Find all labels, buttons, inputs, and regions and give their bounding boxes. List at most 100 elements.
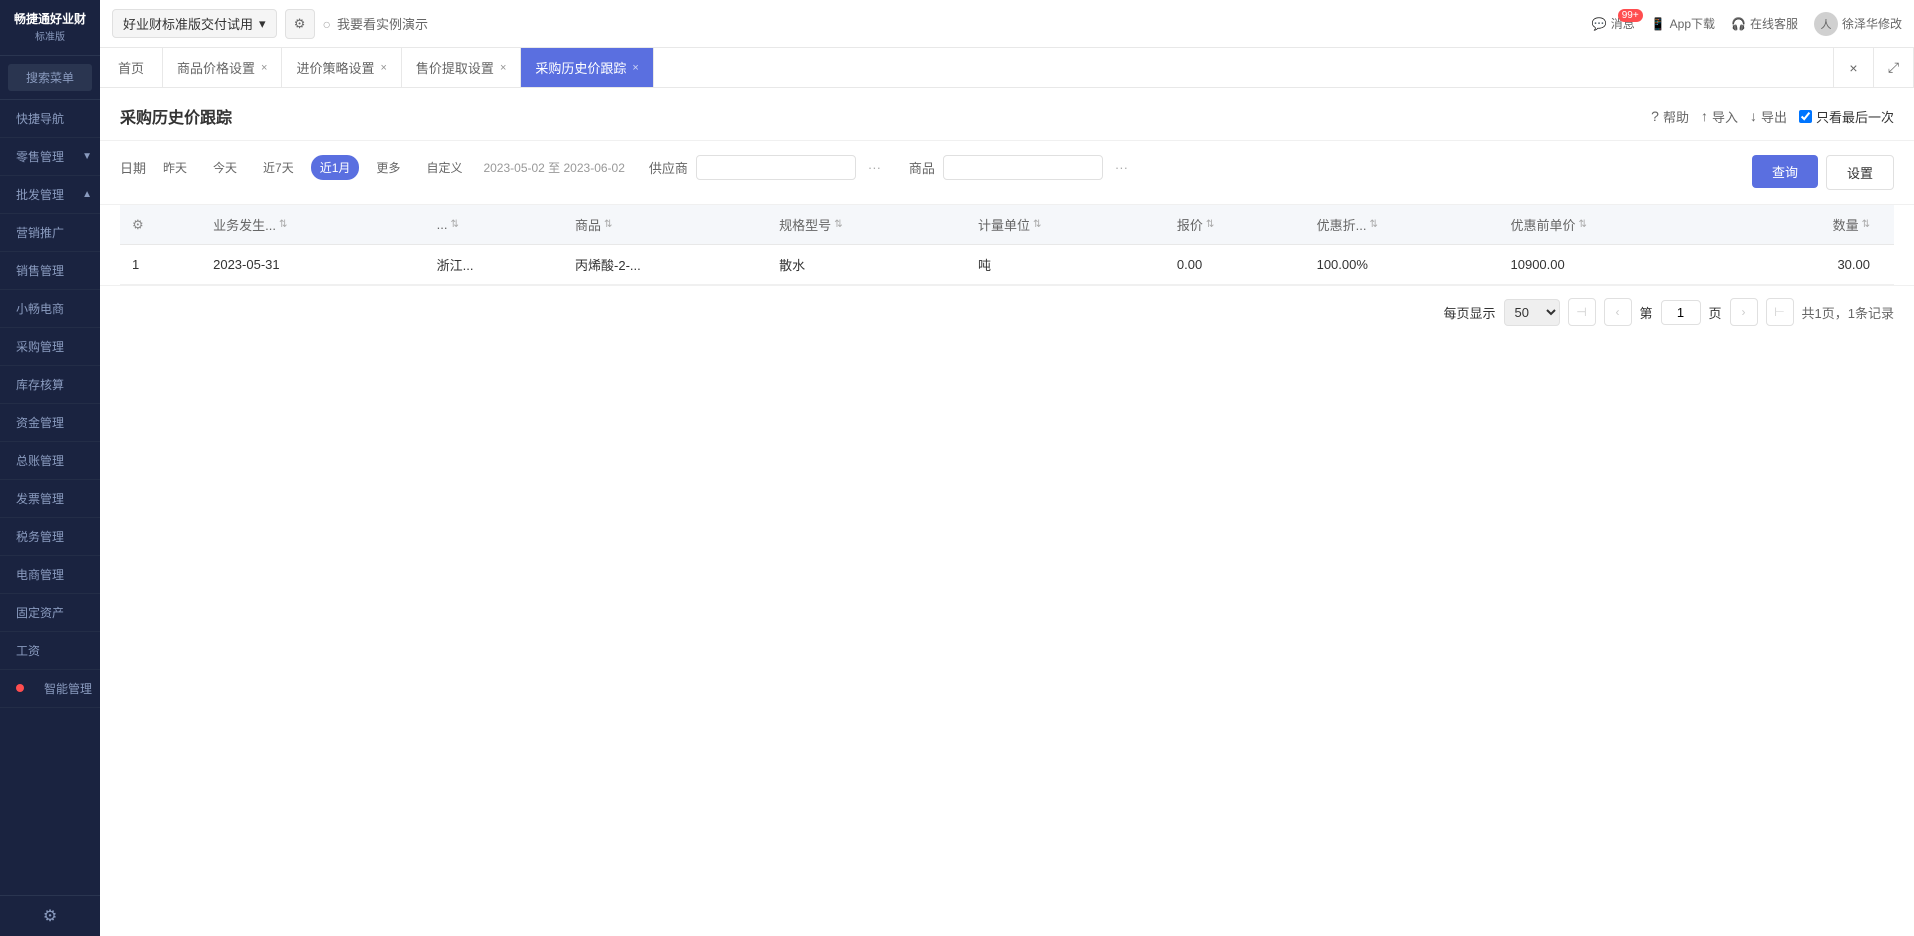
sidebar-item-retail[interactable]: 零售管理 ▼ [0,138,100,176]
tab-home[interactable]: 首页 [100,48,163,88]
supplier-more-icon[interactable]: ··· [864,160,885,175]
smart-label: 智能管理 [44,680,92,697]
sidebar-item-salary[interactable]: 工资 [0,632,100,670]
supplier-input[interactable] [696,155,856,180]
topbar-settings-button[interactable]: ⚙ [285,9,315,39]
goods-input[interactable] [943,155,1103,180]
page-next-button[interactable]: › [1730,298,1758,326]
sort-price[interactable]: 报价 ⇅ [1177,215,1214,234]
cell-extra: 浙江... [425,245,563,285]
page-last-button[interactable]: ⊢ [1766,298,1794,326]
search-menu-button[interactable]: 搜索菜单 [8,64,92,91]
date-btn-7days[interactable]: 近7天 [254,155,303,180]
page-prev-button[interactable]: ‹ [1604,298,1632,326]
sidebar-item-ledger[interactable]: 总账管理 [0,442,100,480]
message-button[interactable]: 💬 消息 99+ [1592,15,1635,32]
page-size-label: 每页显示 [1443,303,1495,322]
sidebar-item-invoice[interactable]: 发票管理 [0,480,100,518]
cell-quantity: 30.00 [1727,245,1894,285]
sidebar-item-wholesale[interactable]: 批发管理 ▲ [0,176,100,214]
user-name: 徐泽华修改 [1842,15,1902,32]
gear-icon[interactable]: ⚙ [132,217,144,232]
date-btn-today[interactable]: 今天 [204,155,246,180]
goods-more-icon[interactable]: ··· [1111,160,1132,175]
import-button[interactable]: ↑ 导入 [1701,107,1738,126]
only-latest-checkbox[interactable] [1799,110,1812,123]
help-button[interactable]: ? 帮助 [1651,107,1689,126]
tab-price-close[interactable]: × [261,62,267,74]
sort-spec[interactable]: 规格型号 ⇅ [779,215,842,234]
sidebar-settings-icon[interactable]: ⚙ [43,908,57,925]
sort-goods[interactable]: 商品 ⇅ [575,215,612,234]
page-first-button[interactable]: ⊣ [1568,298,1596,326]
sidebar-item-marketing[interactable]: 营销推广 [0,214,100,252]
page-inner: 采购历史价跟踪 ? 帮助 ↑ 导入 ↓ 导出 [100,88,1914,936]
sort-unit-price[interactable]: 优惠前单价 ⇅ [1511,215,1587,234]
export-button[interactable]: ↓ 导出 [1750,107,1787,126]
tab-history-price[interactable]: 采购历史价跟踪 × [521,48,653,88]
sort-icon-goods: ⇅ [604,219,612,230]
sidebar-item-assets[interactable]: 固定资产 [0,594,100,632]
sort-quantity[interactable]: 数量 ⇅ [1833,215,1870,234]
tab-history-price-label: 采购历史价跟踪 [535,58,626,77]
app-download-button[interactable]: 📱 App下载 [1651,15,1715,32]
date-btn-1month[interactable]: 近1月 [311,155,360,180]
online-service-button[interactable]: 🎧 在线客服 [1731,15,1798,32]
settings-button[interactable]: 设置 [1826,155,1894,190]
th-gear: ⚙ [120,205,201,245]
sort-unit[interactable]: 计量单位 ⇅ [978,215,1041,234]
tab-history-price-close[interactable]: × [632,62,638,74]
page-number-input[interactable] [1661,300,1701,325]
th-date: 业务发生... ⇅ [201,205,424,245]
sidebar-bottom: ⚙ [0,895,100,936]
retail-arrow: ▼ [82,151,92,162]
filter-area: 日期 昨天 今天 近7天 近1月 更多 自定义 2023-05-02 至 202… [100,141,1914,205]
table-wrapper: ⚙ 业务发生... ⇅ ... ⇅ [100,205,1914,285]
sort-discount[interactable]: 优惠折... ⇅ [1317,215,1378,234]
tab-purchase-strategy-close[interactable]: × [380,62,386,74]
tab-purchase-strategy[interactable]: 进价策略设置 × [282,48,401,88]
wholesale-label: 批发管理 [16,186,64,203]
goods-label: 商品 [909,158,935,177]
marketing-label: 营销推广 [16,224,64,241]
demo-text: 我要看实例演示 [337,14,428,33]
page-size-select[interactable]: 50 10 20 100 [1504,299,1560,326]
play-icon: ○ [323,16,331,32]
sidebar: 畅捷通好业财 标准版 搜索菜单 快捷导航 零售管理 ▼ 批发管理 ▲ 营销推广 … [0,0,100,936]
date-btn-custom[interactable]: 自定义 [417,155,471,180]
tab-close-all-button[interactable]: × [1834,48,1874,88]
product-selector[interactable]: 好业财标准版交付试用 ▾ [112,9,277,38]
sidebar-item-ecommerce-small[interactable]: 小畅电商 [0,290,100,328]
demo-button[interactable]: ○ 我要看实例演示 [323,14,428,33]
date-btn-more[interactable]: 更多 [367,155,409,180]
chevron-down-icon: ▾ [259,16,266,32]
tab-price[interactable]: 商品价格设置 × [163,48,282,88]
sales-label: 销售管理 [16,262,64,279]
sidebar-item-purchase[interactable]: 采购管理 [0,328,100,366]
purchase-label: 采购管理 [16,338,64,355]
th-unit-label: 计量单位 [978,215,1030,234]
sort-extra[interactable]: ... ⇅ [437,217,459,232]
headset-icon: 🎧 [1731,17,1746,31]
sidebar-item-tax[interactable]: 税务管理 [0,518,100,556]
sidebar-item-smart[interactable]: 智能管理 [0,670,100,708]
sort-date[interactable]: 业务发生... ⇅ [213,215,287,234]
table-row: 1 2023-05-31 浙江... 丙烯酸-2-... 散水 吨 0.00 1… [120,245,1894,285]
sidebar-item-inventory[interactable]: 库存核算 [0,366,100,404]
sidebar-item-ecommerce[interactable]: 电商管理 [0,556,100,594]
date-range-text: 2023-05-02 至 2023-06-02 [483,159,624,176]
sidebar-item-finance[interactable]: 资金管理 [0,404,100,442]
assets-label: 固定资产 [16,604,64,621]
tab-expand-button[interactable]: ⤢ [1874,48,1914,88]
query-button[interactable]: 查询 [1752,155,1818,188]
tab-sale-price-close[interactable]: × [500,62,506,74]
date-btn-yesterday[interactable]: 昨天 [154,155,196,180]
sidebar-item-sales[interactable]: 销售管理 [0,252,100,290]
tab-sale-price[interactable]: 售价提取设置 × [402,48,521,88]
user-profile-button[interactable]: 人 徐泽华修改 [1814,12,1902,36]
sidebar-item-quick-nav[interactable]: 快捷导航 [0,100,100,138]
th-quantity-label: 数量 [1833,215,1859,234]
th-unit: 计量单位 ⇅ [966,205,1165,245]
th-date-label: 业务发生... [213,215,276,234]
cell-unit: 吨 [966,245,1165,285]
